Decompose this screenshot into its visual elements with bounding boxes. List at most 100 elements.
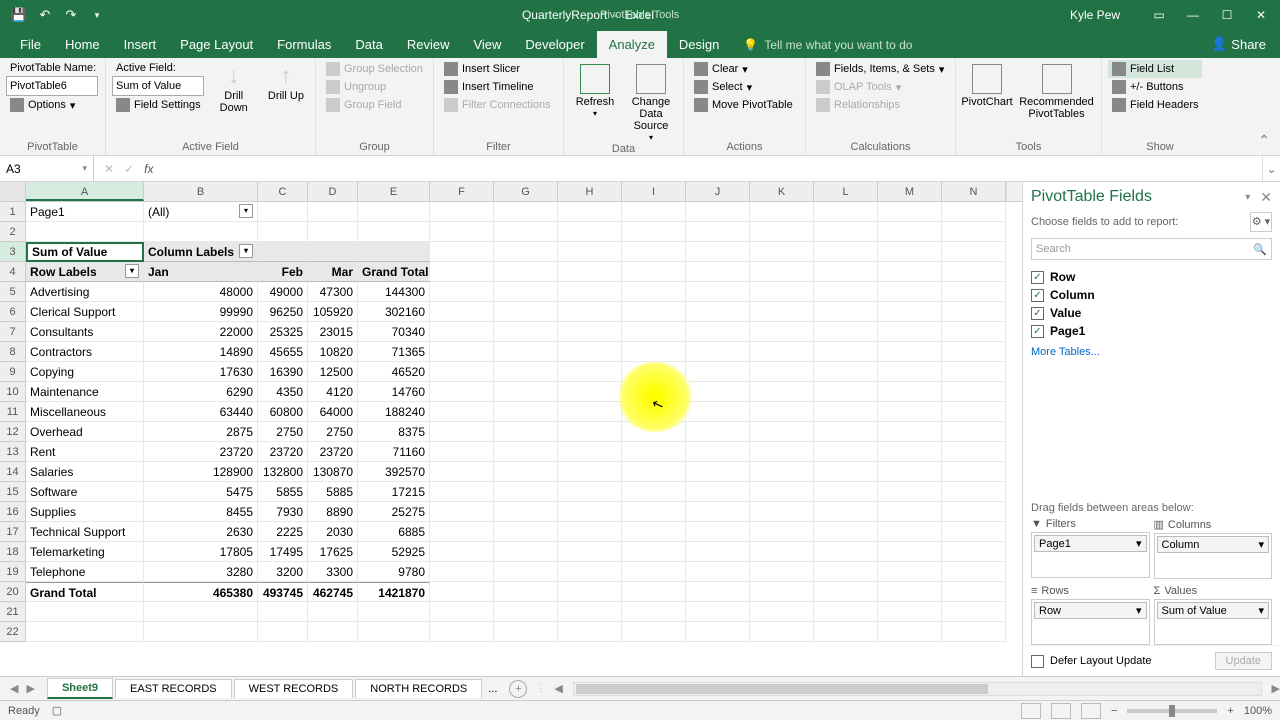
col-header-L[interactable]: L <box>814 182 878 201</box>
cell[interactable]: 46520 <box>358 362 430 382</box>
cell[interactable] <box>558 442 622 462</box>
col-header-F[interactable]: F <box>430 182 494 201</box>
cell[interactable] <box>430 622 494 642</box>
cell[interactable] <box>942 342 1006 362</box>
cell[interactable]: 5855 <box>258 482 308 502</box>
cell[interactable] <box>878 242 942 262</box>
tab-design[interactable]: Design <box>667 31 731 58</box>
fields-search-input[interactable]: Search 🔍 <box>1031 238 1272 260</box>
rows-drop-area[interactable]: Row▾ <box>1031 599 1150 645</box>
cell[interactable]: 2030 <box>308 522 358 542</box>
cell[interactable] <box>750 262 814 282</box>
cell[interactable] <box>814 462 878 482</box>
cell[interactable] <box>878 362 942 382</box>
cell[interactable] <box>558 242 622 262</box>
cell[interactable]: Mar <box>308 262 358 282</box>
more-tables-link[interactable]: More Tables... <box>1023 342 1280 362</box>
cell[interactable] <box>750 502 814 522</box>
cell[interactable] <box>430 482 494 502</box>
cell[interactable]: 10820 <box>308 342 358 362</box>
zoom-level[interactable]: 100% <box>1244 705 1272 717</box>
sheet-tab[interactable]: WEST RECORDS <box>234 679 354 698</box>
cell[interactable] <box>750 442 814 462</box>
cell[interactable] <box>558 522 622 542</box>
cell[interactable] <box>814 502 878 522</box>
cell[interactable] <box>430 222 494 242</box>
cell[interactable] <box>622 262 686 282</box>
cell[interactable] <box>686 282 750 302</box>
cell[interactable] <box>750 462 814 482</box>
cell[interactable] <box>942 562 1006 582</box>
cell[interactable]: 71160 <box>358 442 430 462</box>
cell[interactable]: Jan <box>144 262 258 282</box>
user-name[interactable]: Kyle Pew <box>1070 8 1120 22</box>
recommended-pivottables-button[interactable]: Recommended PivotTables <box>1018 60 1095 120</box>
cell[interactable] <box>430 442 494 462</box>
cell[interactable]: 17630 <box>144 362 258 382</box>
cell[interactable] <box>430 322 494 342</box>
cell[interactable] <box>558 222 622 242</box>
cell[interactable] <box>878 542 942 562</box>
cell[interactable]: 8375 <box>358 422 430 442</box>
tell-me-search[interactable]: 💡 Tell me what you want to do <box>731 32 924 58</box>
zoom-slider[interactable] <box>1127 709 1217 713</box>
cell[interactable] <box>686 342 750 362</box>
cell[interactable]: 3200 <box>258 562 308 582</box>
row-header[interactable]: 2 <box>0 222 26 242</box>
change-data-source-button[interactable]: Change Data Source▾ <box>626 60 676 143</box>
cell[interactable] <box>494 322 558 342</box>
cell[interactable]: Feb <box>258 262 308 282</box>
cell[interactable] <box>258 242 308 262</box>
cell[interactable] <box>558 322 622 342</box>
cell[interactable] <box>942 482 1006 502</box>
field-headers-button[interactable]: Field Headers <box>1108 96 1202 114</box>
col-header-G[interactable]: G <box>494 182 558 201</box>
cell[interactable]: 49000 <box>258 282 308 302</box>
cell[interactable] <box>430 242 494 262</box>
cell[interactable] <box>686 582 750 602</box>
cell[interactable] <box>686 602 750 622</box>
undo-icon[interactable]: ↶ <box>36 6 54 24</box>
cell[interactable] <box>558 202 622 222</box>
row-header[interactable]: 15 <box>0 482 26 502</box>
cell[interactable]: Row Labels▾ <box>26 262 144 282</box>
cell[interactable] <box>622 342 686 362</box>
cell[interactable] <box>942 602 1006 622</box>
cell[interactable] <box>942 322 1006 342</box>
cell[interactable] <box>878 562 942 582</box>
cell[interactable]: 2875 <box>144 422 258 442</box>
row-header[interactable]: 9 <box>0 362 26 382</box>
cell[interactable] <box>878 622 942 642</box>
cell[interactable] <box>942 422 1006 442</box>
save-icon[interactable]: 💾 <box>10 6 28 24</box>
cell[interactable] <box>430 342 494 362</box>
cell[interactable] <box>878 582 942 602</box>
cell[interactable] <box>26 602 144 622</box>
cell[interactable] <box>558 282 622 302</box>
cell[interactable]: Sum of Value <box>26 242 144 262</box>
cell[interactable] <box>814 622 878 642</box>
row-header[interactable]: 7 <box>0 322 26 342</box>
col-header-I[interactable]: I <box>622 182 686 201</box>
cell[interactable] <box>494 502 558 522</box>
cell[interactable] <box>258 602 308 622</box>
cell[interactable] <box>750 582 814 602</box>
cell[interactable] <box>686 302 750 322</box>
cell[interactable]: (All)▾ <box>144 202 258 222</box>
cell[interactable] <box>558 602 622 622</box>
cell[interactable]: 64000 <box>308 402 358 422</box>
cell[interactable] <box>494 302 558 322</box>
cell[interactable] <box>430 522 494 542</box>
cell[interactable] <box>750 382 814 402</box>
cell[interactable] <box>686 322 750 342</box>
cell[interactable] <box>308 242 358 262</box>
cell[interactable] <box>750 522 814 542</box>
cell[interactable] <box>878 602 942 622</box>
cell[interactable] <box>750 602 814 622</box>
cell[interactable] <box>430 542 494 562</box>
cell[interactable] <box>942 222 1006 242</box>
filter-dropdown-icon[interactable]: ▾ <box>239 204 253 218</box>
cell[interactable] <box>494 262 558 282</box>
cell[interactable] <box>750 482 814 502</box>
cell[interactable] <box>622 582 686 602</box>
